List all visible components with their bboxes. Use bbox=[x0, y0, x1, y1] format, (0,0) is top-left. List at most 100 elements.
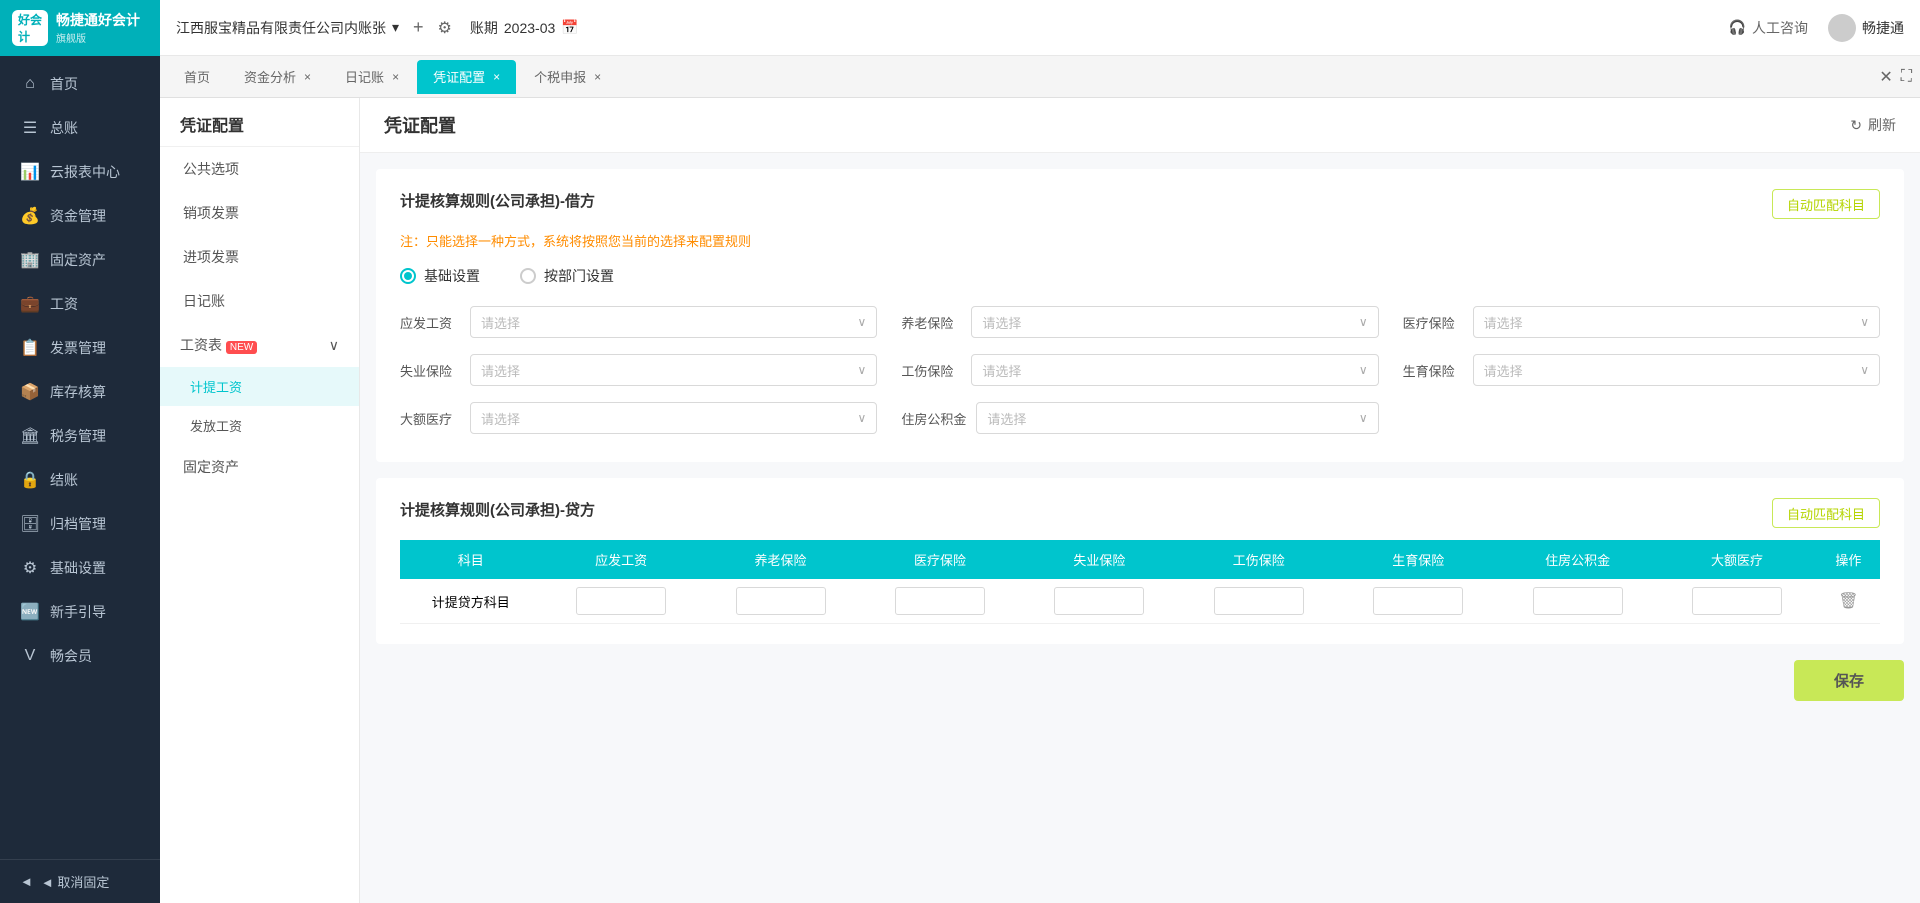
tab-capital-close[interactable]: × bbox=[304, 70, 311, 84]
select-gjj[interactable]: 请选择 ∨ bbox=[976, 402, 1378, 434]
sidebar-item-report-center[interactable]: 📊 云报表中心 bbox=[0, 150, 160, 194]
left-nav-journal[interactable]: 日记账 bbox=[160, 279, 359, 323]
select-daeyiliao-placeholder: 请选择 bbox=[481, 409, 520, 428]
input-shiye[interactable] bbox=[1054, 587, 1144, 615]
label-shengyu: 生育保险 bbox=[1403, 361, 1463, 380]
refresh-icon: ↻ bbox=[1850, 117, 1862, 134]
chevron-down-icon: ∨ bbox=[329, 337, 339, 354]
col-header-yanglao: 养老保险 bbox=[701, 540, 860, 579]
close-icon[interactable]: ✕ bbox=[1879, 67, 1892, 87]
credit-auto-match-button[interactable]: 自动匹配科目 bbox=[1772, 498, 1880, 528]
sidebar-item-home[interactable]: ⌂ 首页 bbox=[0, 62, 160, 106]
debit-auto-match-button[interactable]: 自动匹配科目 bbox=[1772, 189, 1880, 219]
left-nav-public[interactable]: 公共选项 bbox=[160, 147, 359, 191]
tab-tax-close[interactable]: × bbox=[594, 70, 601, 84]
sidebar-item-label: 归档管理 bbox=[50, 514, 106, 534]
tab-home-label: 首页 bbox=[184, 67, 210, 86]
select-shengyu-placeholder: 请选择 bbox=[1484, 361, 1523, 380]
cancel-fixed-label: ◄ 取消固定 bbox=[41, 872, 109, 891]
radio-dept-label: 按部门设置 bbox=[544, 266, 614, 286]
tab-voucher-config[interactable]: 凭证配置 × bbox=[417, 60, 516, 94]
delete-button[interactable]: 🗑 bbox=[1838, 593, 1858, 610]
select-daeyiliao[interactable]: 请选择 ∨ bbox=[470, 402, 877, 434]
refresh-button[interactable]: ↻ 刷新 bbox=[1850, 115, 1896, 135]
period-value: 2023-03 bbox=[504, 20, 555, 36]
radio-basic[interactable]: 基础设置 bbox=[400, 266, 480, 286]
radio-group: 基础设置 按部门设置 bbox=[400, 266, 1880, 286]
maximize-icon[interactable]: ⛶ bbox=[1901, 68, 1912, 86]
sidebar-item-capital[interactable]: 💰 资金管理 bbox=[0, 194, 160, 238]
user-menu[interactable]: 畅捷通 bbox=[1828, 14, 1904, 42]
radio-basic-label: 基础设置 bbox=[424, 266, 480, 286]
right-panel: 凭证配置 ↻ 刷新 计提核算规则(公司承担)-借方 自动匹配科目 注：只能选择一… bbox=[360, 98, 1920, 903]
add-button[interactable]: + bbox=[409, 17, 428, 38]
sidebar-item-closing[interactable]: 🔒 结账 bbox=[0, 458, 160, 502]
service-button[interactable]: 🎧 人工咨询 bbox=[1729, 18, 1808, 38]
tab-capital[interactable]: 资金分析 × bbox=[228, 60, 327, 94]
col-header-shengyu: 生育保险 bbox=[1339, 540, 1498, 579]
input-shengyu[interactable] bbox=[1373, 587, 1463, 615]
left-nav-salary-table-group[interactable]: 工资表 NEW ∨ bbox=[160, 323, 359, 367]
cancel-fixed-button[interactable]: ◄ ◄ 取消固定 bbox=[0, 859, 160, 903]
sidebar-item-vip[interactable]: V 畅会员 bbox=[0, 634, 160, 678]
salary-icon: 💼 bbox=[20, 294, 40, 314]
input-yingfa[interactable] bbox=[576, 587, 666, 615]
form-row-yanglao: 养老保险 请选择 ∨ bbox=[901, 306, 1378, 338]
sidebar-item-guide[interactable]: 🆕 新手引导 bbox=[0, 590, 160, 634]
settings-icon[interactable]: ⚙ bbox=[438, 18, 452, 38]
tabbar-actions: ✕ ⛶ bbox=[1879, 67, 1912, 87]
sidebar: 好会计 畅捷通好会计 旗舰版 ⌂ 首页 ☰ 总账 📊 云报表中心 💰 资金管理 … bbox=[0, 0, 160, 903]
tab-tax-report[interactable]: 个税申报 × bbox=[518, 60, 617, 94]
select-shiye[interactable]: 请选择 ∨ bbox=[470, 354, 877, 386]
select-gongshang-placeholder: 请选择 bbox=[982, 361, 1021, 380]
debit-form-grid: 应发工资 请选择 ∨ 养老保险 请选择 ∨ 医疗 bbox=[400, 306, 1880, 434]
left-nav-sales-invoice[interactable]: 销项发票 bbox=[160, 191, 359, 235]
sidebar-item-basic-settings[interactable]: ⚙ 基础设置 bbox=[0, 546, 160, 590]
sidebar-item-label: 基础设置 bbox=[50, 558, 106, 578]
left-nav-pay-salary[interactable]: 发放工资 bbox=[160, 406, 359, 445]
tab-home[interactable]: 首页 bbox=[168, 60, 226, 94]
sidebar-item-ledger[interactable]: ☰ 总账 bbox=[0, 106, 160, 150]
period-selector[interactable]: 账期 2023-03 📅 bbox=[470, 18, 579, 38]
left-panel: 凭证配置 公共选项 销项发票 进项发票 日记账 工资表 NEW ∨ 计提工资 发… bbox=[160, 98, 360, 903]
left-nav-fixed-asset[interactable]: 固定资产 bbox=[160, 445, 359, 489]
sidebar-item-fixed-asset[interactable]: 🏢 固定资产 bbox=[0, 238, 160, 282]
select-yiliao-placeholder: 请选择 bbox=[1484, 313, 1523, 332]
lock-icon: 🔒 bbox=[20, 470, 40, 490]
tabbar: 首页 资金分析 × 日记账 × 凭证配置 × 个税申报 × ✕ ⛶ bbox=[160, 56, 1920, 98]
guide-icon: 🆕 bbox=[20, 602, 40, 622]
select-yiliao[interactable]: 请选择 ∨ bbox=[1473, 306, 1880, 338]
sidebar-item-salary[interactable]: 💼 工资 bbox=[0, 282, 160, 326]
select-gongshang[interactable]: 请选择 ∨ bbox=[971, 354, 1378, 386]
sidebar-item-label: 新手引导 bbox=[50, 602, 106, 622]
company-selector[interactable]: 江西服宝精品有限责任公司内账张 ▾ bbox=[176, 18, 399, 38]
debit-section-header: 计提核算规则(公司承担)-借方 自动匹配科目 bbox=[400, 189, 1880, 219]
select-yingfa-placeholder: 请选择 bbox=[481, 313, 520, 332]
chevron-down-icon: ∨ bbox=[1860, 363, 1869, 377]
sidebar-item-inventory[interactable]: 📦 库存核算 bbox=[0, 370, 160, 414]
left-nav-payroll[interactable]: 计提工资 bbox=[160, 367, 359, 406]
chevron-down-icon: ∨ bbox=[1860, 315, 1869, 329]
tab-voucher-close[interactable]: × bbox=[493, 70, 500, 84]
cell-gjj bbox=[1498, 579, 1657, 624]
debit-section: 计提核算规则(公司承担)-借方 自动匹配科目 注：只能选择一种方式，系统将按照您… bbox=[376, 169, 1904, 462]
input-yiliao[interactable] bbox=[895, 587, 985, 615]
select-shengyu[interactable]: 请选择 ∨ bbox=[1473, 354, 1880, 386]
tab-journal[interactable]: 日记账 × bbox=[329, 60, 415, 94]
select-yanglao[interactable]: 请选择 ∨ bbox=[971, 306, 1378, 338]
sidebar-item-tax[interactable]: 🏛 税务管理 bbox=[0, 414, 160, 458]
tab-journal-close[interactable]: × bbox=[392, 70, 399, 84]
input-yanglao[interactable] bbox=[736, 587, 826, 615]
col-header-action: 操作 bbox=[1817, 540, 1880, 579]
select-yingfa[interactable]: 请选择 ∨ bbox=[470, 306, 877, 338]
sidebar-item-archive[interactable]: 🗄 归档管理 bbox=[0, 502, 160, 546]
radio-by-dept[interactable]: 按部门设置 bbox=[520, 266, 614, 286]
input-gjj[interactable] bbox=[1533, 587, 1623, 615]
save-button[interactable]: 保存 bbox=[1794, 660, 1904, 701]
input-daeyiliao[interactable] bbox=[1692, 587, 1782, 615]
input-gongshang[interactable] bbox=[1214, 587, 1304, 615]
left-nav-group-label-wrap: 工资表 NEW bbox=[180, 335, 257, 355]
sidebar-item-invoice[interactable]: 📋 发票管理 bbox=[0, 326, 160, 370]
cell-yiliao bbox=[860, 579, 1019, 624]
left-nav-purchase-invoice[interactable]: 进项发票 bbox=[160, 235, 359, 279]
